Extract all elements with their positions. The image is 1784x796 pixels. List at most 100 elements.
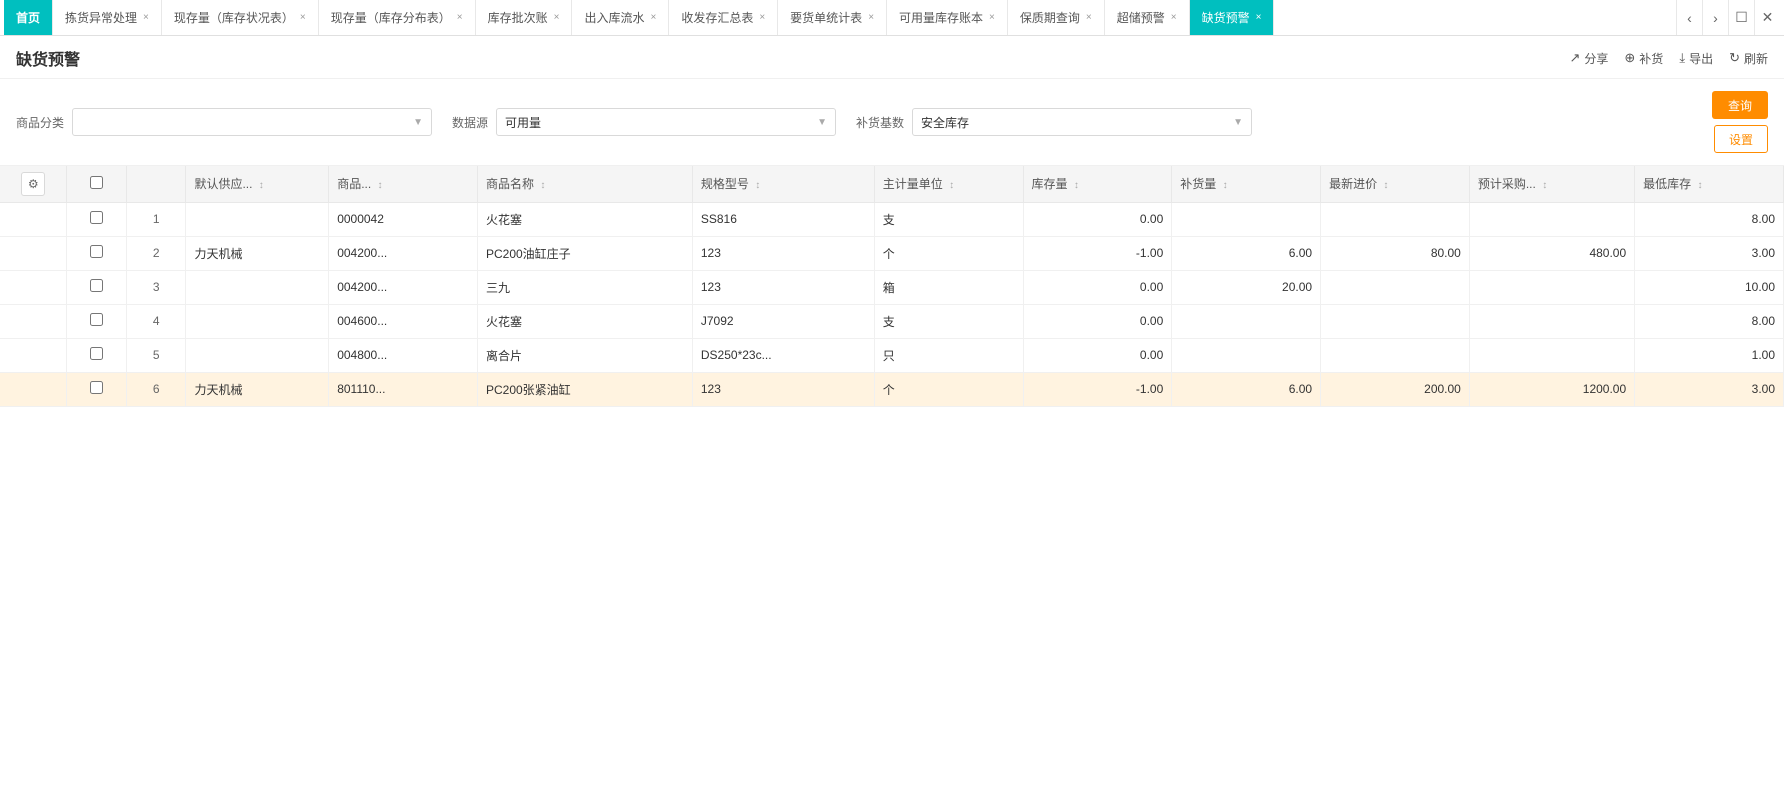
row-checkbox[interactable] <box>90 245 103 258</box>
row-number: 4 <box>126 304 186 338</box>
datasource-filter-group: 数据源 可用量 ▼ <box>452 108 836 136</box>
row-stock-qty: 0.00 <box>1023 338 1172 372</box>
row-min-stock: 3.00 <box>1635 372 1784 406</box>
tab-inventory-dist[interactable]: 现存量（库存分布表） × <box>319 0 476 36</box>
tab-close-receipt-summary[interactable]: × <box>759 13 765 23</box>
tab-receipt-summary[interactable]: 收发存汇总表 × <box>669 0 778 36</box>
share-button[interactable]: ↗ 分享 <box>1569 50 1608 67</box>
tab-window-close[interactable]: ✕ <box>1754 0 1780 36</box>
row-number: 5 <box>126 338 186 372</box>
row-item-name: 三九 <box>477 270 692 304</box>
col-default-supplier: 默认供应... ↕ <box>186 166 329 202</box>
table-row: 3 004200... 三九 123 箱 0.00 20.00 10.00 <box>0 270 1784 304</box>
row-supplier <box>186 304 329 338</box>
row-supplier <box>186 202 329 236</box>
tab-avail-ledger[interactable]: 可用量库存账本 × <box>887 0 1008 36</box>
row-item-code: 004800... <box>329 338 478 372</box>
tab-in-out-flow[interactable]: 出入库流水 × <box>572 0 669 36</box>
row-est-purchase: 480.00 <box>1469 236 1634 270</box>
select-all-checkbox[interactable] <box>90 176 103 189</box>
row-checkbox[interactable] <box>90 279 103 292</box>
sort-price-icon[interactable]: ↕ <box>1383 180 1388 191</box>
table-settings-gear[interactable]: ⚙ <box>21 172 45 196</box>
replenish-button[interactable]: ⊕ 补货 <box>1624 50 1663 67</box>
tab-nav-buttons: ‹ › ☐ ✕ <box>1676 0 1780 36</box>
row-latest-price <box>1321 304 1470 338</box>
tab-expiry-query[interactable]: 保质期查询 × <box>1008 0 1105 36</box>
col-latest-price: 最新进价 ↕ <box>1321 166 1470 202</box>
tab-close-order-stats[interactable]: × <box>868 13 874 23</box>
row-spec: 123 <box>692 270 874 304</box>
row-item-name: PC200张紧油缸 <box>477 372 692 406</box>
tab-overstock-warn[interactable]: 超储预警 × <box>1105 0 1190 36</box>
row-item-name: 火花塞 <box>477 202 692 236</box>
sort-min-stock-icon[interactable]: ↕ <box>1698 180 1703 191</box>
tab-close-in-out-flow[interactable]: × <box>650 13 656 23</box>
tab-close-batch-account[interactable]: × <box>554 13 560 23</box>
row-replenish-qty: 6.00 <box>1172 236 1321 270</box>
tab-home[interactable]: 首页 <box>4 0 53 36</box>
row-checkbox[interactable] <box>90 381 103 394</box>
sort-code-icon[interactable]: ↕ <box>378 180 383 191</box>
row-replenish-qty: 20.00 <box>1172 270 1321 304</box>
tab-close-shortage-warn[interactable]: × <box>1256 13 1262 23</box>
row-gear-cell <box>0 270 67 304</box>
row-gear-cell <box>0 304 67 338</box>
replenish-base-select[interactable]: 安全库存 ▼ <box>912 108 1252 136</box>
col-replenish-qty: 补货量 ↕ <box>1172 166 1321 202</box>
row-est-purchase <box>1469 304 1634 338</box>
row-stock-qty: 0.00 <box>1023 202 1172 236</box>
refresh-button[interactable]: ↻ 刷新 <box>1729 50 1768 67</box>
col-est-purchase: 预计采购... ↕ <box>1469 166 1634 202</box>
tab-close-expiry-query[interactable]: × <box>1086 13 1092 23</box>
row-checkbox-cell <box>67 338 127 372</box>
row-checkbox-cell <box>67 372 127 406</box>
row-spec: 123 <box>692 236 874 270</box>
row-gear-cell <box>0 372 67 406</box>
tab-scroll-right[interactable]: › <box>1702 0 1728 36</box>
row-latest-price <box>1321 202 1470 236</box>
sort-name-icon[interactable]: ↕ <box>540 180 545 191</box>
row-checkbox[interactable] <box>90 211 103 224</box>
row-stock-qty: 0.00 <box>1023 304 1172 338</box>
row-supplier <box>186 338 329 372</box>
tab-shortage-warn[interactable]: 缺货预警 × <box>1190 0 1275 36</box>
row-item-code: 004200... <box>329 270 478 304</box>
tab-inventory-status[interactable]: 现存量（库存状况表） × <box>162 0 319 36</box>
col-row-num <box>126 166 186 202</box>
tab-defect-proc[interactable]: 拣货异常处理 × <box>53 0 162 36</box>
tab-batch-account[interactable]: 库存批次账 × <box>476 0 573 36</box>
sort-stock-icon[interactable]: ↕ <box>1074 180 1079 191</box>
tab-order-stats[interactable]: 要货单统计表 × <box>778 0 887 36</box>
tab-window-restore[interactable]: ☐ <box>1728 0 1754 36</box>
row-gear-cell <box>0 338 67 372</box>
sort-est-purchase-icon[interactable]: ↕ <box>1542 180 1547 191</box>
table-container: ⚙ 默认供应... ↕ 商品... ↕ 商品名称 <box>0 166 1784 407</box>
settings-button[interactable]: 设置 <box>1714 125 1768 153</box>
row-item-name: PC200油缸庄子 <box>477 236 692 270</box>
category-filter-group: 商品分类 ▼ <box>16 108 432 136</box>
page-content: 缺货预警 ↗ 分享 ⊕ 补货 ⤓ 导出 ↻ 刷新 商品分类 <box>0 36 1784 796</box>
query-button[interactable]: 查询 <box>1712 91 1768 119</box>
export-button[interactable]: ⤓ 导出 <box>1679 50 1713 67</box>
tab-close-defect-proc[interactable]: × <box>143 13 149 23</box>
sort-unit-icon[interactable]: ↕ <box>949 180 954 191</box>
sort-spec-icon[interactable]: ↕ <box>755 180 760 191</box>
tab-close-avail-ledger[interactable]: × <box>989 13 995 23</box>
tab-close-overstock-warn[interactable]: × <box>1171 13 1177 23</box>
sort-replenish-icon[interactable]: ↕ <box>1223 180 1228 191</box>
row-est-purchase <box>1469 202 1634 236</box>
tab-close-inventory-status[interactable]: × <box>300 13 306 23</box>
tab-scroll-left[interactable]: ‹ <box>1676 0 1702 36</box>
row-checkbox[interactable] <box>90 347 103 360</box>
row-item-code: 801110... <box>329 372 478 406</box>
row-stock-qty: 0.00 <box>1023 270 1172 304</box>
row-checkbox-cell <box>67 202 127 236</box>
row-supplier <box>186 270 329 304</box>
category-select[interactable]: ▼ <box>72 108 432 136</box>
table-row: 5 004800... 离合片 DS250*23c... 只 0.00 1.00 <box>0 338 1784 372</box>
datasource-select[interactable]: 可用量 ▼ <box>496 108 836 136</box>
tab-close-inventory-dist[interactable]: × <box>457 13 463 23</box>
sort-supplier-icon[interactable]: ↕ <box>259 180 264 191</box>
row-checkbox[interactable] <box>90 313 103 326</box>
